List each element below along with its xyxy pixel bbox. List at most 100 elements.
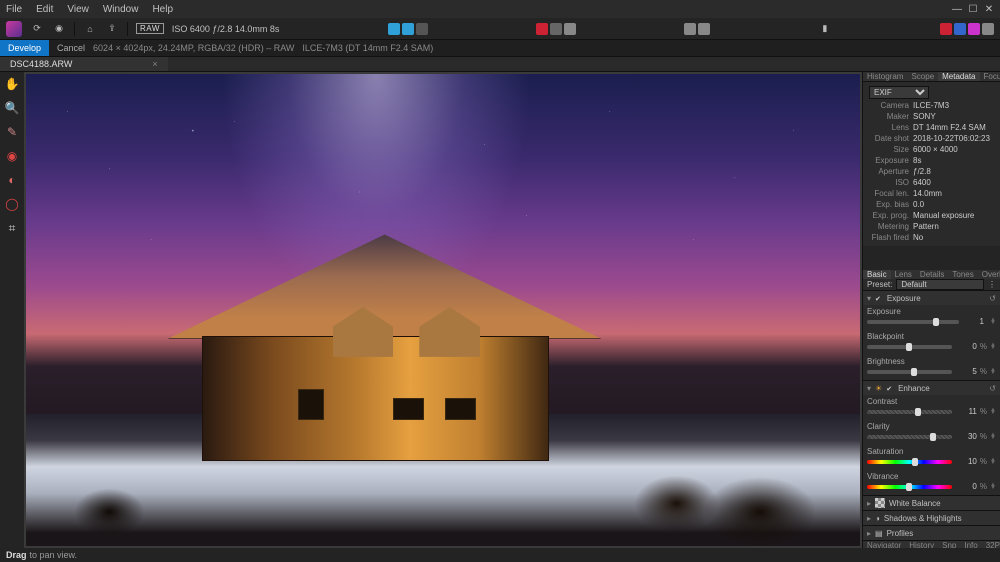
slider-track[interactable] [867, 320, 959, 324]
slider-track[interactable] [867, 435, 952, 439]
tab-metadata[interactable]: Metadata [938, 72, 979, 81]
spinner-icon[interactable]: ▲▼ [990, 484, 996, 490]
slider-value[interactable]: 11 [955, 407, 977, 416]
slider-value[interactable]: 0 [955, 342, 977, 351]
slider-brightness: Brightness5%▲▼ [863, 355, 1000, 380]
toolbar-group-orientation[interactable] [388, 23, 428, 35]
slider-unit: % [980, 432, 987, 441]
exif-dropdown[interactable]: EXIF [869, 86, 929, 99]
slider-thumb[interactable] [915, 408, 921, 416]
menu-view[interactable]: View [67, 4, 89, 15]
slider-thumb[interactable] [912, 458, 918, 466]
overlay-tool-icon[interactable]: ◯ [4, 196, 20, 212]
slider-thumb[interactable] [906, 483, 912, 491]
crop-tool-icon[interactable]: ⌗ [4, 220, 20, 236]
menu-edit[interactable]: Edit [36, 4, 53, 15]
cancel-button[interactable]: Cancel [57, 43, 85, 53]
spinner-icon[interactable]: ▲▼ [990, 459, 996, 465]
slider-vibrance: Vibrance0%▲▼ [863, 470, 1000, 495]
toolbar-group-color[interactable] [940, 23, 994, 35]
develop-button[interactable]: Develop [0, 40, 49, 56]
slider-thumb[interactable] [930, 433, 936, 441]
reset-icon[interactable]: ↺ [989, 294, 996, 303]
toolbar-group-highlight[interactable] [536, 23, 576, 35]
exif-value: Pattern [913, 222, 939, 231]
menu-help[interactable]: Help [152, 4, 173, 15]
exif-row: Date shot2018-10-22T06:02:23 [869, 134, 994, 143]
spinner-icon[interactable]: ▲▼ [990, 319, 996, 325]
menu-file[interactable]: File [6, 4, 22, 15]
preset-menu-icon[interactable]: ⋮ [988, 280, 996, 289]
section-profiles[interactable]: ▸ ▤ Profiles [863, 526, 1000, 540]
shadows-icon: ◑ [875, 514, 880, 523]
develop-bar: Develop Cancel 6024 × 4024px, 24.24MP, R… [0, 40, 1000, 56]
window-close-icon[interactable]: ✕ [984, 4, 994, 14]
blemish-tool-icon[interactable]: ◐ [4, 172, 20, 188]
preset-dropdown[interactable]: Default [896, 279, 984, 290]
status-text: to pan view. [30, 550, 78, 560]
exif-value: ƒ/2.8 [913, 167, 931, 176]
slider-unit: % [980, 482, 987, 491]
chevron-down-icon[interactable]: ▾ [867, 294, 871, 303]
hand-tool-icon[interactable]: ✋ [4, 76, 20, 92]
refresh-icon[interactable]: ⟳ [30, 22, 44, 36]
section-white-balance[interactable]: ▸ White Balance [863, 496, 1000, 510]
exif-key: Exp. bias [869, 200, 913, 209]
exif-row: LensDT 14mm F2.4 SAM [869, 123, 994, 132]
home-icon[interactable]: ⌂ [83, 22, 97, 36]
exposure-checkbox[interactable] [875, 294, 883, 303]
menu-window[interactable]: Window [103, 4, 139, 15]
enhance-title: Enhance [898, 384, 930, 393]
tab-lens[interactable]: Lens [891, 270, 916, 279]
slider-track[interactable] [867, 345, 952, 349]
enhance-checkbox[interactable] [886, 384, 894, 393]
tab-details[interactable]: Details [916, 270, 948, 279]
profiles-icon: ▤ [875, 529, 883, 538]
exif-value: SONY [913, 112, 936, 121]
slider-value[interactable]: 0 [955, 482, 977, 491]
toolbar-group-view[interactable] [684, 23, 710, 35]
exif-row: Flash firedNo [869, 233, 994, 242]
slider-track[interactable] [867, 370, 952, 374]
slider-track[interactable] [867, 460, 952, 464]
tab-tones[interactable]: Tones [948, 270, 977, 279]
document-tab[interactable]: DSC4188.ARW × [0, 57, 168, 71]
zoom-tool-icon[interactable]: 🔍 [4, 100, 20, 116]
slider-thumb[interactable] [933, 318, 939, 326]
tab-overlays[interactable]: Overlays [978, 270, 1000, 279]
spinner-icon[interactable]: ▲▼ [990, 434, 996, 440]
slider-thumb[interactable] [906, 343, 912, 351]
context-toolbar: ⟳ ◉ ⌂ ⇪ RAW ISO 6400 ƒ/2.8 14.0mm 8s ▮ [0, 18, 1000, 40]
tab-histogram[interactable]: Histogram [863, 72, 907, 81]
tab-scope[interactable]: Scope [907, 72, 938, 81]
tab-focus[interactable]: Focus [980, 72, 1000, 81]
slider-value[interactable]: 30 [955, 432, 977, 441]
eyedropper-tool-icon[interactable]: ✎ [4, 124, 20, 140]
slider-thumb[interactable] [911, 368, 917, 376]
window-minimize-icon[interactable]: — [952, 4, 962, 14]
spinner-icon[interactable]: ▲▼ [990, 344, 996, 350]
tab-basic[interactable]: Basic [863, 270, 891, 279]
canvas[interactable] [24, 72, 862, 548]
redeye-tool-icon[interactable]: ◉ [4, 148, 20, 164]
exposure-title: Exposure [887, 294, 921, 303]
slider-value[interactable]: 1 [962, 317, 984, 326]
slider-track[interactable] [867, 485, 952, 489]
reset-icon[interactable]: ↺ [989, 384, 996, 393]
close-tab-icon[interactable]: × [152, 59, 157, 69]
slider-unit: % [980, 407, 987, 416]
exif-key: Exposure [869, 156, 913, 165]
exif-key: Date shot [869, 134, 913, 143]
spinner-icon[interactable]: ▲▼ [990, 409, 996, 415]
section-shadows-highlights[interactable]: ▸ ◑ Shadows & Highlights [863, 511, 1000, 525]
single-view-icon[interactable]: ▮ [818, 22, 832, 36]
chevron-down-icon[interactable]: ▾ [867, 384, 871, 393]
slider-value[interactable]: 10 [955, 457, 977, 466]
photo-preview [26, 74, 860, 546]
spinner-icon[interactable]: ▲▼ [990, 369, 996, 375]
window-maximize-icon[interactable]: ☐ [968, 4, 978, 14]
apps-icon[interactable]: ◉ [52, 22, 66, 36]
slider-value[interactable]: 5 [955, 367, 977, 376]
slider-track[interactable] [867, 410, 952, 414]
share-icon[interactable]: ⇪ [105, 22, 119, 36]
